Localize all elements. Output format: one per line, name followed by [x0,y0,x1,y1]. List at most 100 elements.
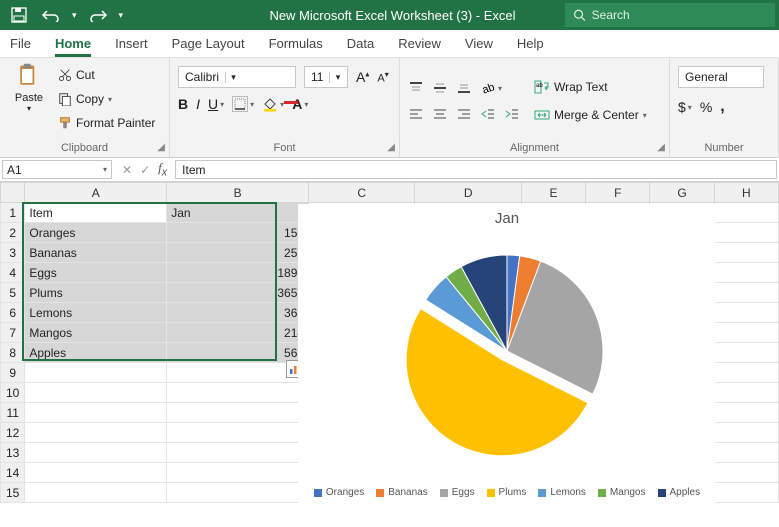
row-header[interactable]: 14 [1,463,25,483]
cell[interactable] [714,483,778,503]
col-header-E[interactable]: E [521,183,585,203]
tab-page-layout[interactable]: Page Layout [172,32,245,57]
redo-button[interactable] [87,4,109,26]
font-dialog-launcher[interactable]: ◢ [387,142,395,153]
row-header[interactable]: 10 [1,383,25,403]
row-header[interactable]: 12 [1,423,25,443]
row-header[interactable]: 7 [1,323,25,343]
row-header[interactable]: 13 [1,443,25,463]
borders-button[interactable]: ▾ [232,96,254,112]
cell[interactable] [714,283,778,303]
col-header-H[interactable]: H [714,183,778,203]
orientation-button[interactable]: ab▾ [480,80,502,96]
alignment-dialog-launcher[interactable]: ◢ [657,142,665,153]
currency-button[interactable]: $▾ [678,99,692,115]
cell[interactable] [714,263,778,283]
align-right-button[interactable] [456,106,472,122]
row-header[interactable]: 6 [1,303,25,323]
number-format-select[interactable]: General [678,66,764,88]
font-color-button[interactable]: A▾ [292,96,324,112]
tab-data[interactable]: Data [347,32,374,57]
cell[interactable] [714,343,778,363]
name-box[interactable]: A1 ▾ [2,160,112,179]
row-header[interactable]: 11 [1,403,25,423]
col-header-B[interactable]: B [167,183,309,203]
tab-home[interactable]: Home [55,32,91,57]
row-header[interactable]: 1 [1,203,25,223]
col-header-D[interactable]: D [415,183,521,203]
merge-center-button[interactable]: Merge & Center ▾ [532,105,649,125]
cell[interactable] [25,443,167,463]
cell[interactable]: 3658 [167,283,309,303]
underline-button[interactable]: U▾ [208,96,224,112]
clipboard-dialog-launcher[interactable]: ◢ [157,142,165,153]
cell[interactable]: Apples [25,343,167,363]
cell[interactable] [25,423,167,443]
comma-button[interactable]: , [720,98,724,116]
cell[interactable] [714,423,778,443]
cell[interactable] [714,243,778,263]
row-header[interactable]: 9 [1,363,25,383]
qat-customize-dropdown[interactable]: ▾ [119,10,124,21]
cell[interactable]: 256 [167,243,309,263]
cell[interactable] [714,363,778,383]
tab-help[interactable]: Help [517,32,544,57]
percent-button[interactable]: % [700,99,712,115]
undo-button[interactable] [40,4,62,26]
fx-icon[interactable]: fx [158,160,167,179]
cell[interactable]: Mangos [25,323,167,343]
increase-indent-button[interactable] [504,106,520,122]
cell[interactable] [714,383,778,403]
cell[interactable] [167,423,309,443]
decrease-indent-button[interactable] [480,106,496,122]
formula-input[interactable]: Item [175,160,777,179]
align-bottom-button[interactable] [456,80,472,96]
cell[interactable]: Eggs [25,263,167,283]
enter-formula-button[interactable]: ✓ [140,163,150,177]
tab-formulas[interactable]: Formulas [269,32,323,57]
font-size-select[interactable]: 11▾ [304,66,348,88]
cell[interactable] [167,443,309,463]
row-header[interactable]: 8 [1,343,25,363]
align-center-button[interactable] [432,106,448,122]
cell[interactable] [25,403,167,423]
cell[interactable] [714,203,778,223]
align-top-button[interactable] [408,80,424,96]
cell[interactable]: Plums [25,283,167,303]
cell[interactable] [25,363,167,383]
col-header-A[interactable]: A [25,183,167,203]
tab-file[interactable]: File [10,32,31,57]
row-header[interactable]: 2 [1,223,25,243]
cancel-formula-button[interactable]: ✕ [122,163,132,177]
paste-button[interactable]: Paste▾ [8,62,50,136]
cell[interactable]: 365 [167,303,309,323]
row-header[interactable]: 3 [1,243,25,263]
tab-review[interactable]: Review [398,32,441,57]
cell[interactable] [25,383,167,403]
cell[interactable] [25,463,167,483]
copy-button[interactable]: Copy ▾ [56,89,157,109]
cell[interactable]: Oranges [25,223,167,243]
bold-button[interactable]: B [178,96,188,112]
col-header-G[interactable]: G [650,183,714,203]
align-middle-button[interactable] [432,80,448,96]
cut-button[interactable]: Cut [56,65,157,85]
cell[interactable]: Jan [167,203,309,223]
cell[interactable] [25,483,167,503]
search-input[interactable] [592,8,767,22]
cell[interactable] [167,463,309,483]
cell[interactable] [714,323,778,343]
col-header-F[interactable]: F [586,183,650,203]
italic-button[interactable]: I [196,96,200,112]
shrink-font-button[interactable]: A▾ [377,70,388,85]
embedded-chart[interactable]: Jan OrangesBananasEggsPlumsLemonsMangosA… [298,204,716,504]
cell[interactable]: 214 [167,323,309,343]
search-box[interactable] [565,3,775,27]
cell[interactable] [714,223,778,243]
col-header-C[interactable]: C [309,183,415,203]
format-painter-button[interactable]: Format Painter [56,113,157,133]
save-icon[interactable] [8,4,30,26]
cell[interactable] [167,483,309,503]
wrap-text-button[interactable]: ab Wrap Text [532,77,649,97]
fill-color-button[interactable]: ▾ [262,96,284,112]
